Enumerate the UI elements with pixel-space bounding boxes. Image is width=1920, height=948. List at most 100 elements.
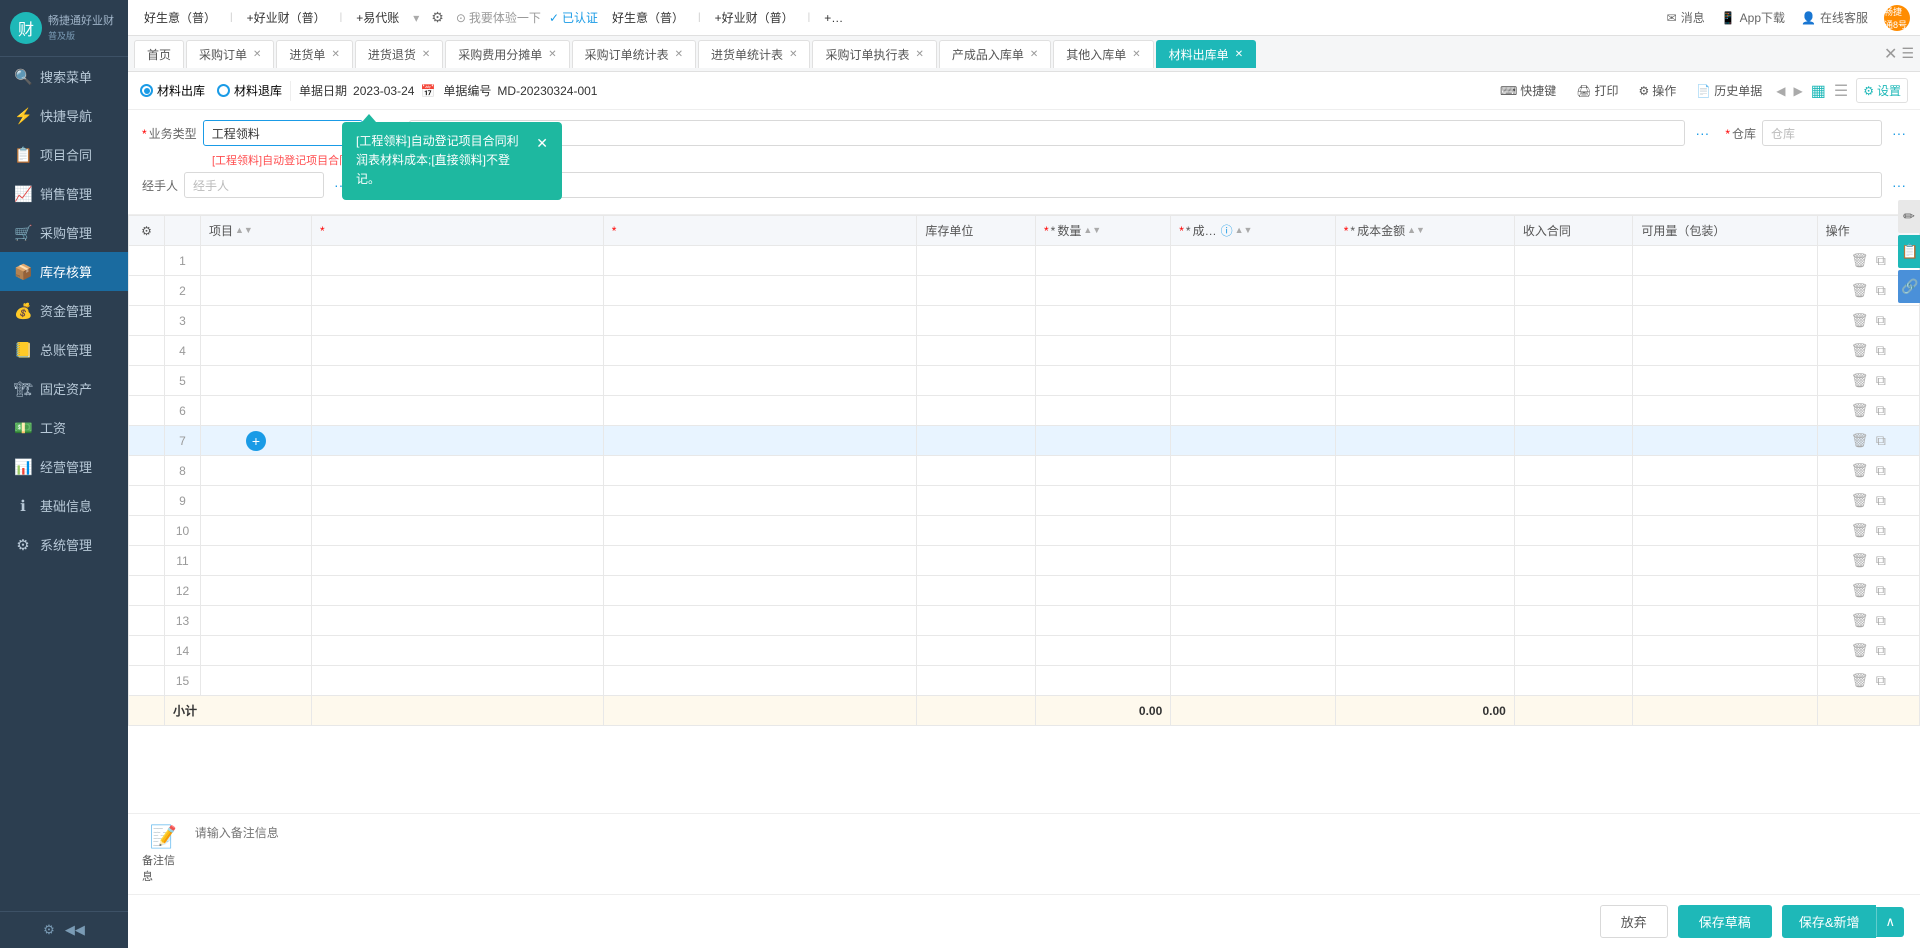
sidebar-item-assets[interactable]: 🏗 固定资产: [0, 369, 128, 408]
row-cell-3[interactable]: [603, 666, 917, 696]
row-cell-2[interactable]: [311, 336, 603, 366]
row-cell-2[interactable]: [311, 486, 603, 516]
save-draft-button[interactable]: 保存草稿: [1678, 905, 1772, 938]
row-cell-project[interactable]: [201, 396, 312, 426]
add-row-btn[interactable]: +: [246, 431, 266, 451]
th-settings[interactable]: ⚙: [129, 216, 165, 246]
topbar-nav-good-wealth2[interactable]: +好业财（普）: [709, 7, 800, 28]
row-cell-2[interactable]: [311, 636, 603, 666]
tab-product-in[interactable]: 产成品入库单 ✕: [939, 40, 1051, 68]
tab-close-purchase-return[interactable]: ✕: [422, 49, 430, 60]
tab-close-product-in[interactable]: ✕: [1030, 49, 1038, 60]
project-more-btn[interactable]: ···: [1695, 125, 1709, 141]
discard-button[interactable]: 放弃: [1600, 905, 1668, 938]
sidebar-item-payroll[interactable]: 💵 工资: [0, 408, 128, 447]
row-cell-3[interactable]: [603, 306, 917, 336]
handler-input[interactable]: 经手人: [184, 172, 324, 198]
sort-icon-project[interactable]: ▲▼: [235, 227, 253, 234]
delete-btn[interactable]: 🗑: [1851, 372, 1869, 388]
history-btn[interactable]: 📄 历史单据: [1690, 79, 1768, 102]
row-cell-2[interactable]: [311, 666, 603, 696]
row-cell-2[interactable]: [311, 546, 603, 576]
row-cell-3[interactable]: [603, 546, 917, 576]
copy-btn[interactable]: ⧉: [1876, 312, 1886, 328]
sidebar-item-finance[interactable]: 💰 资金管理: [0, 291, 128, 330]
row-cell-3[interactable]: [603, 456, 917, 486]
row-cell-project[interactable]: +: [201, 426, 312, 456]
row-cell-2[interactable]: [311, 576, 603, 606]
topbar-message[interactable]: ✉ 消息: [1667, 9, 1705, 26]
print-btn[interactable]: 🖨 打印: [1570, 79, 1624, 102]
row-cell-project[interactable]: [201, 306, 312, 336]
topbar-gear-icon[interactable]: ⚙: [427, 7, 448, 28]
delete-btn[interactable]: 🗑: [1851, 462, 1869, 478]
nav-next-btn[interactable]: ▶: [1794, 84, 1803, 98]
tab-close-purchase-stat[interactable]: ✕: [675, 49, 683, 60]
warehouse-input[interactable]: 仓库: [1762, 120, 1882, 146]
delete-btn[interactable]: 🗑: [1851, 402, 1869, 418]
delete-btn[interactable]: 🗑: [1851, 492, 1869, 508]
row-cell-3[interactable]: [603, 426, 917, 456]
tab-purchase-fee[interactable]: 采购费用分摊单 ✕: [445, 40, 569, 68]
row-input-col2[interactable]: [314, 434, 601, 448]
tab-close-purchase-in[interactable]: ✕: [331, 49, 339, 60]
row-cell-3[interactable]: [603, 276, 917, 306]
row-cell-3[interactable]: [603, 576, 917, 606]
sidebar-collapse-btn[interactable]: ◀◀: [65, 922, 85, 938]
tab-purchase-in-stat[interactable]: 进货单统计表 ✕: [698, 40, 810, 68]
row-cell-2[interactable]: [311, 516, 603, 546]
row-cell-project[interactable]: [201, 636, 312, 666]
radio-material-out[interactable]: 材料出库: [140, 82, 205, 99]
row-cell-3[interactable]: [603, 516, 917, 546]
copy-btn[interactable]: ⧉: [1876, 402, 1886, 418]
sidebar-item-purchase[interactable]: 🛒 采购管理: [0, 213, 128, 252]
sidebar-item-sales[interactable]: 📈 销售管理: [0, 174, 128, 213]
row-cell-2[interactable]: [311, 606, 603, 636]
copy-btn[interactable]: ⧉: [1876, 432, 1886, 448]
row-cell-3[interactable]: [603, 366, 917, 396]
copy-btn[interactable]: ⧉: [1876, 342, 1886, 358]
tab-purchase-in[interactable]: 进货单 ✕: [276, 40, 352, 68]
tab-close-material-out[interactable]: ✕: [1235, 49, 1243, 60]
delete-btn[interactable]: 🗑: [1851, 672, 1869, 688]
copy-btn[interactable]: ⧉: [1876, 612, 1886, 628]
row-cell-2[interactable]: [311, 456, 603, 486]
row-cell-project[interactable]: [201, 576, 312, 606]
list-view-btn[interactable]: ☰: [1834, 81, 1848, 101]
sidebar-item-ops[interactable]: 📊 经营管理: [0, 447, 128, 486]
copy-btn[interactable]: ⧉: [1876, 672, 1886, 688]
row-cell-3[interactable]: [603, 246, 917, 276]
delete-btn[interactable]: 🗑: [1851, 282, 1869, 298]
copy-btn[interactable]: ⧉: [1876, 462, 1886, 478]
right-btn-blue[interactable]: 🔗: [1898, 270, 1920, 303]
row-cell-project[interactable]: [201, 246, 312, 276]
delete-btn[interactable]: 🗑: [1851, 252, 1869, 268]
delete-btn[interactable]: 🗑: [1851, 642, 1869, 658]
topbar-nav-good-wealth[interactable]: +好业财（普）: [241, 7, 332, 28]
tab-other-in[interactable]: 其他入库单 ✕: [1053, 40, 1153, 68]
radio-material-return[interactable]: 材料退库: [217, 82, 282, 99]
tab-close-purchase-exec[interactable]: ✕: [915, 49, 923, 60]
delete-btn[interactable]: 🗑: [1851, 432, 1869, 448]
save-new-main-btn[interactable]: 保存&新增: [1782, 905, 1877, 938]
row-cell-project[interactable]: [201, 276, 312, 306]
delete-btn[interactable]: 🗑: [1851, 552, 1869, 568]
tab-close-other-in[interactable]: ✕: [1132, 49, 1140, 60]
topbar-nav-good-biz[interactable]: 好生意（普）: [138, 7, 222, 28]
topbar-nav-more[interactable]: +…: [818, 9, 849, 27]
row-cell-2[interactable]: [311, 306, 603, 336]
tab-purchase-stat[interactable]: 采购订单统计表 ✕: [572, 40, 696, 68]
nav-prev-btn[interactable]: ◀: [1776, 84, 1785, 98]
income-contract-more-btn[interactable]: ···: [1892, 177, 1906, 193]
row-cell-project[interactable]: [201, 606, 312, 636]
copy-btn[interactable]: ⧉: [1876, 282, 1886, 298]
sort-icon-cost-amount[interactable]: ▲▼: [1407, 227, 1425, 234]
copy-btn[interactable]: ⧉: [1876, 372, 1886, 388]
quickkey-btn[interactable]: ⌨ 快捷键: [1494, 79, 1562, 102]
calendar-icon[interactable]: 📅: [420, 84, 435, 98]
delete-btn[interactable]: 🗑: [1851, 582, 1869, 598]
income-contract-input[interactable]: 收入合同: [418, 172, 1882, 198]
row-cell-3[interactable]: [603, 636, 917, 666]
delete-btn[interactable]: 🗑: [1851, 612, 1869, 628]
operation-btn[interactable]: ⚙ 操作: [1633, 79, 1683, 102]
